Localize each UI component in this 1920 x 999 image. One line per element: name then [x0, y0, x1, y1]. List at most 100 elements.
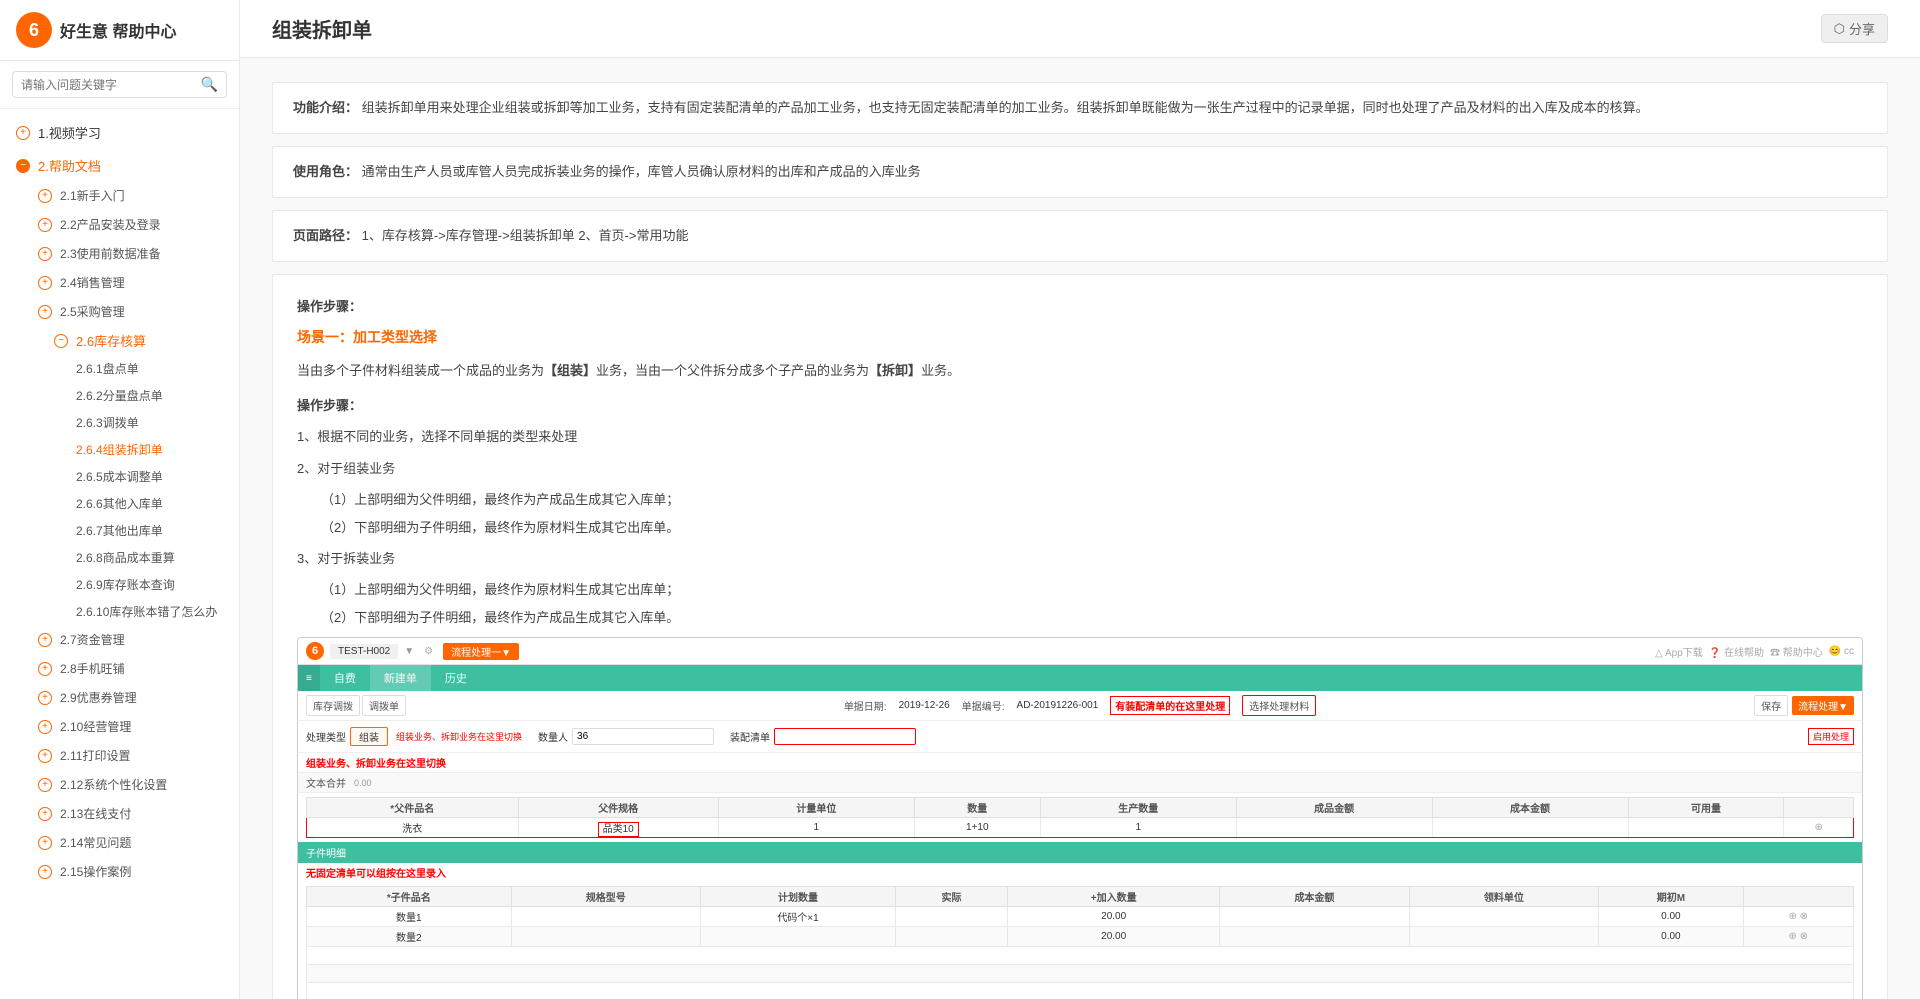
lcol-plan-qty: 计划数量	[701, 887, 896, 907]
sidebar-item-transfer[interactable]: 2.6.3调拨单	[76, 409, 239, 436]
info-block-path: 页面路径： 1、库存核算->库存管理->组装拆卸单 2、首页->常用功能	[272, 210, 1888, 262]
search-input[interactable]	[21, 78, 201, 92]
sidebar-item-sales[interactable]: + 2.4销售管理	[38, 268, 239, 297]
sidebar: 6 好生意 帮助中心 🔍 + 1.视频学习 − 2.帮助文档 +	[0, 0, 240, 999]
sidebar-item-mobile[interactable]: + 2.8手机旺铺	[38, 654, 239, 683]
tab-history[interactable]: 历史	[431, 665, 481, 691]
lrow1-action[interactable]: ⊕ ⊗	[1743, 907, 1853, 927]
sidebar-item-assembly[interactable]: 2.6.4组装拆卸单	[76, 436, 239, 463]
sidebar-item-other-in[interactable]: 2.6.6其他入库单	[76, 490, 239, 517]
sidebar-item-docs[interactable]: − 2.帮助文档	[0, 150, 239, 181]
lcol-add: +加入数量	[1008, 887, 1220, 907]
sidebar-item-label: 2.8手机旺铺	[60, 660, 125, 677]
sidebar-item-partial-stocktake[interactable]: 2.6.2分量盘点单	[76, 382, 239, 409]
sidebar-item-label: 2.2产品安装及登录	[60, 216, 161, 233]
qty-input[interactable]	[572, 728, 714, 745]
help-icon: ❓ 在线帮助	[1709, 644, 1764, 659]
sidebar-item-cost-adjust[interactable]: 2.6.5成本调整单	[76, 463, 239, 490]
lrow1-init: 0.00	[1599, 907, 1743, 927]
lrow1-planqty: 代码个×1	[701, 907, 896, 927]
expand-icon: +	[38, 836, 52, 850]
info-block-role: 使用角色： 通常由生产人员或库管人员完成拆装业务的操作，库管人员确认原材料的出库…	[272, 146, 1888, 198]
steps-title: 操作步骤：	[297, 295, 1863, 318]
sidebar-item-label: 2.10经营管理	[60, 718, 131, 735]
sidebar-item-faq[interactable]: + 2.14常见问题	[38, 828, 239, 857]
sidebar-item-inventory-query[interactable]: 2.6.9库存账本查询	[76, 571, 239, 598]
toolbar: 库存调拨 调拨单 单据日期: 2019-12-26 单据编号: AD-20191…	[298, 691, 1862, 721]
sidebar-item-cost-recalc[interactable]: 2.6.8商品成本重算	[76, 544, 239, 571]
lrow2-action[interactable]: ⊕ ⊗	[1743, 927, 1853, 947]
lrow2-spec	[511, 927, 700, 947]
sidebar-item-inventory[interactable]: − 2.6库存核算	[38, 326, 239, 355]
app-logo-small: 6	[306, 642, 324, 660]
annotation-switch-note: 组装业务、拆卸业务在这里切换	[298, 753, 1862, 773]
sidebar-item-payment[interactable]: + 2.13在线支付	[38, 799, 239, 828]
lcol-cost: 成本金额	[1220, 887, 1409, 907]
btn-save[interactable]: 保存	[1754, 695, 1788, 716]
path-label: 页面路径：	[293, 228, 358, 243]
sidebar-item-other-out[interactable]: 2.6.7其他出库单	[76, 517, 239, 544]
lrow1-material	[1409, 907, 1598, 927]
sidebar-item-finance[interactable]: + 2.7资金管理	[38, 625, 239, 654]
window-titlebar: 6 TEST-H002 ▼ ⚙ 流程处理一▼ △ App下载 ❓ 在线帮助 ☎ …	[298, 638, 1862, 665]
date-label: 单据日期:	[844, 698, 887, 713]
btn-process[interactable]: 流程处理▼	[1792, 696, 1854, 715]
sidebar-item-label: 2.帮助文档	[38, 156, 101, 175]
sidebar-item-management[interactable]: + 2.10经营管理	[38, 712, 239, 741]
btn-select-material[interactable]: 选择处理材料	[1242, 695, 1316, 716]
empty-row	[307, 965, 1854, 983]
tab-new[interactable]: 新建单	[370, 665, 431, 691]
btn-inventory-transfer[interactable]: 库存调拨	[306, 695, 360, 716]
cell-row-action[interactable]: ⊕	[1784, 818, 1854, 838]
annotation-switch-label: 组装业务、拆卸业务在这里切换	[396, 730, 522, 743]
collapse-icon: −	[54, 334, 68, 348]
upper-table-header: 文本合并 0.00	[298, 773, 1862, 793]
sidebar-item-stocktake[interactable]: 2.6.1盘点单	[76, 355, 239, 382]
assembly-input[interactable]	[774, 728, 916, 745]
lrow2-cost	[1220, 927, 1409, 947]
annotation-assembly-list: 有装配清单的在这里处理	[1110, 696, 1230, 715]
role-text: 通常由生产人员或库管人员完成拆装业务的操作，库管人员确认原材料的出库和产成品的入…	[362, 164, 921, 179]
sidebar-item-purchase[interactable]: + 2.5采购管理	[38, 297, 239, 326]
docno-label: 单据编号:	[962, 698, 1005, 713]
sidebar-item-inventory-error[interactable]: 2.6.10库存账本错了怎么办	[76, 598, 239, 625]
btn-transfer-doc[interactable]: 调拨单	[362, 695, 406, 716]
lrow1-cost	[1220, 907, 1409, 927]
process-btn-top[interactable]: 流程处理一▼	[443, 643, 519, 660]
sidebar-item-newcomer[interactable]: + 2.1新手入门	[38, 181, 239, 210]
window-title: TEST-H002	[330, 644, 398, 659]
sidebar-item-label: 2.7资金管理	[60, 631, 125, 648]
expand-icon: +	[38, 633, 52, 647]
sidebar-item-print[interactable]: + 2.11打印设置	[38, 741, 239, 770]
empty-row	[307, 983, 1854, 999]
sidebar-item-customize[interactable]: + 2.12系统个性化设置	[38, 770, 239, 799]
sidebar-item-label: 2.5采购管理	[60, 303, 125, 320]
cell-cost	[1432, 818, 1628, 838]
cell-qty: 1+10	[914, 818, 1040, 838]
dropdown-icon[interactable]: ▼	[404, 646, 414, 657]
step-1: 1、根据不同的业务，选择不同单据的类型来处理	[297, 425, 1863, 448]
user-icon: 😊 cc	[1829, 646, 1854, 657]
app-icon: △ App下载	[1655, 644, 1703, 659]
search-icon[interactable]: 🔍	[201, 76, 218, 93]
page-title: 组装拆卸单	[272, 14, 372, 43]
sidebar-item-data-prep[interactable]: + 2.3使用前数据准备	[38, 239, 239, 268]
tab-self-pay[interactable]: 自费	[320, 665, 370, 691]
sidebar-item-video[interactable]: + 1.视频学习	[0, 117, 239, 148]
annotation-no-fixed: 无固定清单可以组按在这里录入	[298, 863, 1862, 882]
qty-label: 数量人	[538, 729, 568, 744]
share-label: 分享	[1849, 19, 1875, 38]
intro-text: 组装拆卸单用来处理企业组装或拆卸等加工业务，支持有固定装配清单的产品加工业务，也…	[362, 100, 1649, 115]
sidebar-item-install[interactable]: + 2.2产品安装及登录	[38, 210, 239, 239]
upper-table-wrap: *父件品名 父件规格 计量单位 数量 生产数量 成品金额 成本金额 可用量	[298, 793, 1862, 842]
share-button[interactable]: ⬡ 分享	[1821, 14, 1888, 43]
empty-row	[307, 947, 1854, 965]
lower-table: *子件品名 规格型号 计划数量 实际 +加入数量 成本金额 领料单位 期初M	[306, 886, 1854, 999]
settings-icon[interactable]: ⚙	[424, 646, 433, 657]
sidebar-item-cases[interactable]: + 2.15操作案例	[38, 857, 239, 886]
lrow2-material	[1409, 927, 1598, 947]
sidebar-item-coupon[interactable]: + 2.9优惠券管理	[38, 683, 239, 712]
upper-table: *父件品名 父件规格 计量单位 数量 生产数量 成品金额 成本金额 可用量	[306, 797, 1854, 838]
search-wrap[interactable]: 🔍	[12, 71, 227, 98]
lcol-action	[1743, 887, 1853, 907]
